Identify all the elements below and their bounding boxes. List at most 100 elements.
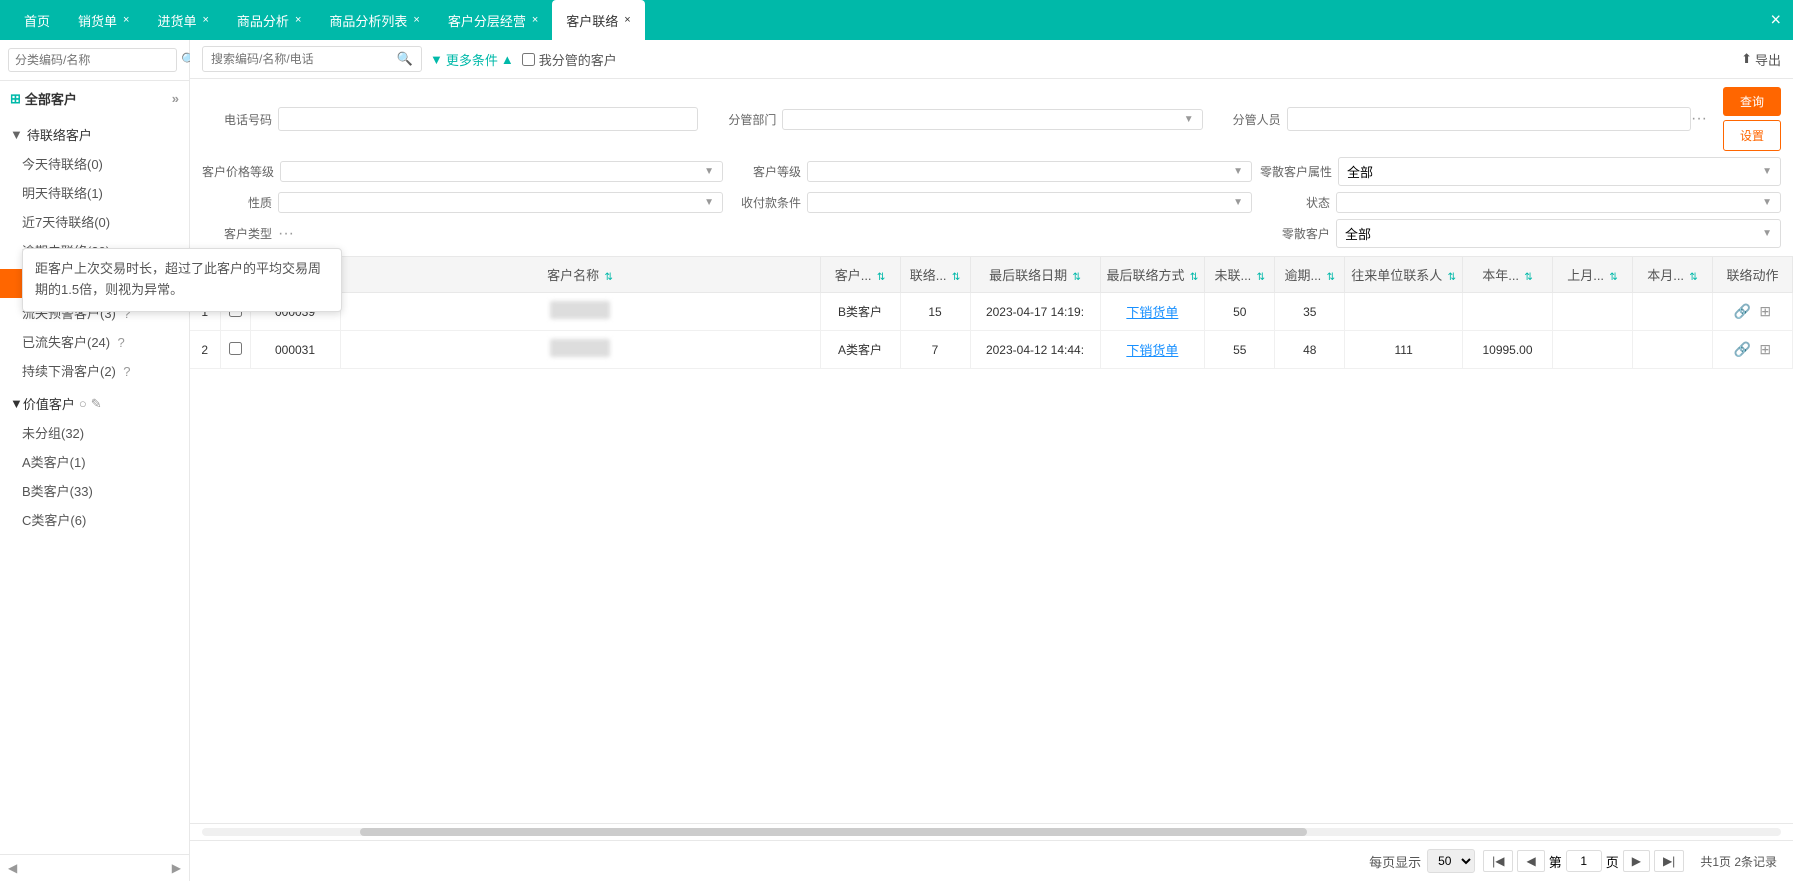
content-area: 🔍 ▼ 更多条件 ▲ 我分管的客户 ⬆ 导出 电话号码: [190, 40, 1793, 881]
sidebar-item-declining[interactable]: 持续下滑客户(2) ?: [0, 356, 189, 385]
window-close-button[interactable]: ×: [1770, 10, 1781, 31]
my-customers-check[interactable]: [522, 53, 535, 66]
close-customer-contact[interactable]: ×: [624, 14, 630, 26]
row1-link-icon[interactable]: 🔗: [1734, 303, 1751, 320]
horizontal-scroll[interactable]: [190, 823, 1793, 840]
sidebar-all-customers[interactable]: ⊞ 全部客户 »: [0, 81, 189, 116]
close-purchase-order[interactable]: ×: [202, 14, 208, 26]
more-conditions-button[interactable]: ▼ 更多条件 ▲: [430, 50, 514, 69]
filter-icon: ▼: [430, 52, 443, 67]
col-last-month[interactable]: 上月... ⇅: [1553, 257, 1633, 293]
nav-customer-segmentation[interactable]: 客户分层经营 ×: [434, 0, 552, 40]
col-contact-count[interactable]: 联络... ⇅: [900, 257, 970, 293]
person-input[interactable]: [1287, 107, 1691, 131]
sort-method-icon: ⇅: [1190, 272, 1198, 283]
close-customer-segmentation[interactable]: ×: [532, 14, 538, 26]
sort-type-icon: ⇅: [877, 272, 885, 283]
row1-unlinked: 50: [1205, 293, 1275, 331]
col-this-month[interactable]: 本月... ⇅: [1633, 257, 1713, 293]
last-page-button[interactable]: ▶|: [1654, 850, 1684, 872]
lost-info-icon[interactable]: ?: [117, 335, 124, 350]
retail-customer-select[interactable]: 全部 ▼: [1336, 219, 1781, 248]
declining-info-icon[interactable]: ?: [123, 364, 130, 379]
next-page-button[interactable]: ▶: [1623, 850, 1650, 872]
close-product-analysis[interactable]: ×: [295, 14, 301, 26]
row2-contact-count: 7: [900, 331, 970, 369]
gender-select[interactable]: ▼: [278, 192, 723, 213]
row2-this-year: 10995.00: [1463, 331, 1553, 369]
nav-purchase-order[interactable]: 进货单 ×: [143, 0, 222, 40]
export-button[interactable]: ⬆ 导出: [1741, 50, 1781, 69]
col-customer-type[interactable]: 客户... ⇅: [820, 257, 900, 293]
sidebar-item-lost[interactable]: 已流失客户(24) ?: [0, 327, 189, 356]
sidebar-item-class-c[interactable]: C类客户(6): [0, 505, 189, 534]
price-level-dropdown-icon: ▼: [704, 166, 714, 177]
payment-select[interactable]: ▼: [807, 192, 1252, 213]
dept-field: 分管部门 ▼: [706, 109, 1202, 130]
sidebar-item-class-b[interactable]: B类客户(33): [0, 476, 189, 505]
nav-product-analysis-list[interactable]: 商品分析列表 ×: [315, 0, 433, 40]
col-this-year[interactable]: 本年... ⇅: [1463, 257, 1553, 293]
value-customers-title[interactable]: ▼ 价值客户 ○ ✎: [0, 389, 189, 418]
sidebar-prev-icon[interactable]: ◀: [8, 861, 17, 875]
dept-select[interactable]: ▼: [782, 109, 1202, 130]
nav-product-analysis[interactable]: 商品分析 ×: [223, 0, 315, 40]
pending-contact-title[interactable]: ▼ 待联络客户: [0, 120, 189, 149]
status-select[interactable]: ▼: [1336, 192, 1781, 213]
sidebar: 🔍 ⊞ 全部客户 » ▼ 待联络客户 今天待联络(0) 明天待联络(1) 近7天…: [0, 40, 190, 881]
value-edit-icon[interactable]: ✎: [91, 396, 102, 412]
nav-home[interactable]: 首页: [10, 0, 64, 40]
sidebar-item-today[interactable]: 今天待联络(0): [0, 149, 189, 178]
retail-customer-field: 零散客户 全部 ▼: [1260, 219, 1781, 248]
per-page-area: 每页显示 50: [1369, 849, 1475, 873]
value-circle-icon[interactable]: ○: [79, 396, 87, 411]
phone-input[interactable]: [278, 107, 698, 131]
col-customer-name[interactable]: 客户名称 ⇅: [340, 257, 820, 293]
prev-page-button[interactable]: ◀: [1517, 850, 1544, 872]
sidebar-search-input[interactable]: [8, 48, 177, 72]
row2-grid-icon[interactable]: ⊞: [1759, 341, 1771, 358]
customer-type-more-icon[interactable]: ···: [278, 225, 294, 243]
customer-level-select[interactable]: ▼: [807, 161, 1252, 182]
search-input[interactable]: [211, 52, 397, 66]
per-page-select[interactable]: 50: [1427, 849, 1475, 873]
sidebar-next-icon[interactable]: ▶: [172, 861, 181, 875]
row2-select[interactable]: [229, 342, 242, 355]
nav-sales-order[interactable]: 销货单 ×: [64, 0, 143, 40]
payment-dropdown-icon: ▼: [1233, 197, 1243, 208]
row2-last-method[interactable]: 下销货单: [1100, 331, 1205, 369]
col-last-date[interactable]: 最后联络日期 ⇅: [970, 257, 1100, 293]
row1-last-month: [1553, 293, 1633, 331]
col-contacts-person[interactable]: 往来单位联系人 ⇅: [1345, 257, 1463, 293]
first-page-button[interactable]: |◀: [1483, 850, 1513, 872]
row2-this-month: [1633, 331, 1713, 369]
sidebar-item-tomorrow[interactable]: 明天待联络(1): [0, 178, 189, 207]
search-icon[interactable]: 🔍: [397, 51, 413, 67]
close-product-analysis-list[interactable]: ×: [413, 14, 419, 26]
my-customers-checkbox[interactable]: 我分管的客户: [522, 50, 617, 69]
query-button[interactable]: 查询: [1723, 87, 1781, 116]
nav-customer-contact[interactable]: 客户联络 ×: [552, 0, 644, 40]
price-level-select[interactable]: ▼: [280, 161, 723, 182]
sidebar-item-class-a[interactable]: A类客户(1): [0, 447, 189, 476]
close-sales-order[interactable]: ×: [123, 14, 129, 26]
value-arrow-icon: ▼: [10, 396, 23, 411]
settings-button[interactable]: 设置: [1723, 120, 1781, 151]
phone-field: 电话号码: [202, 107, 698, 131]
page-number-input[interactable]: [1566, 850, 1602, 872]
col-overdue[interactable]: 逾期... ⇅: [1275, 257, 1345, 293]
filter-row-2: 客户价格等级 ▼ 客户等级 ▼ 零散客户属性 全部: [202, 157, 1781, 186]
row1-grid-icon[interactable]: ⊞: [1759, 303, 1771, 320]
sidebar-item-7days[interactable]: 近7天待联络(0): [0, 207, 189, 236]
sidebar-item-ungrouped[interactable]: 未分组(32): [0, 418, 189, 447]
gender-dropdown-icon: ▼: [704, 197, 714, 208]
person-more-icon[interactable]: ···: [1691, 110, 1707, 128]
row2-link-icon[interactable]: 🔗: [1734, 341, 1751, 358]
retail-attr-select[interactable]: 全部 ▼: [1338, 157, 1781, 186]
col-unlinked[interactable]: 未联... ⇅: [1205, 257, 1275, 293]
sidebar-collapse-button[interactable]: »: [172, 91, 179, 106]
scroll-thumb[interactable]: [360, 828, 1307, 836]
pending-arrow-icon: ▼: [10, 127, 23, 142]
col-last-method[interactable]: 最后联络方式 ⇅: [1100, 257, 1205, 293]
row1-last-method[interactable]: 下销货单: [1100, 293, 1205, 331]
